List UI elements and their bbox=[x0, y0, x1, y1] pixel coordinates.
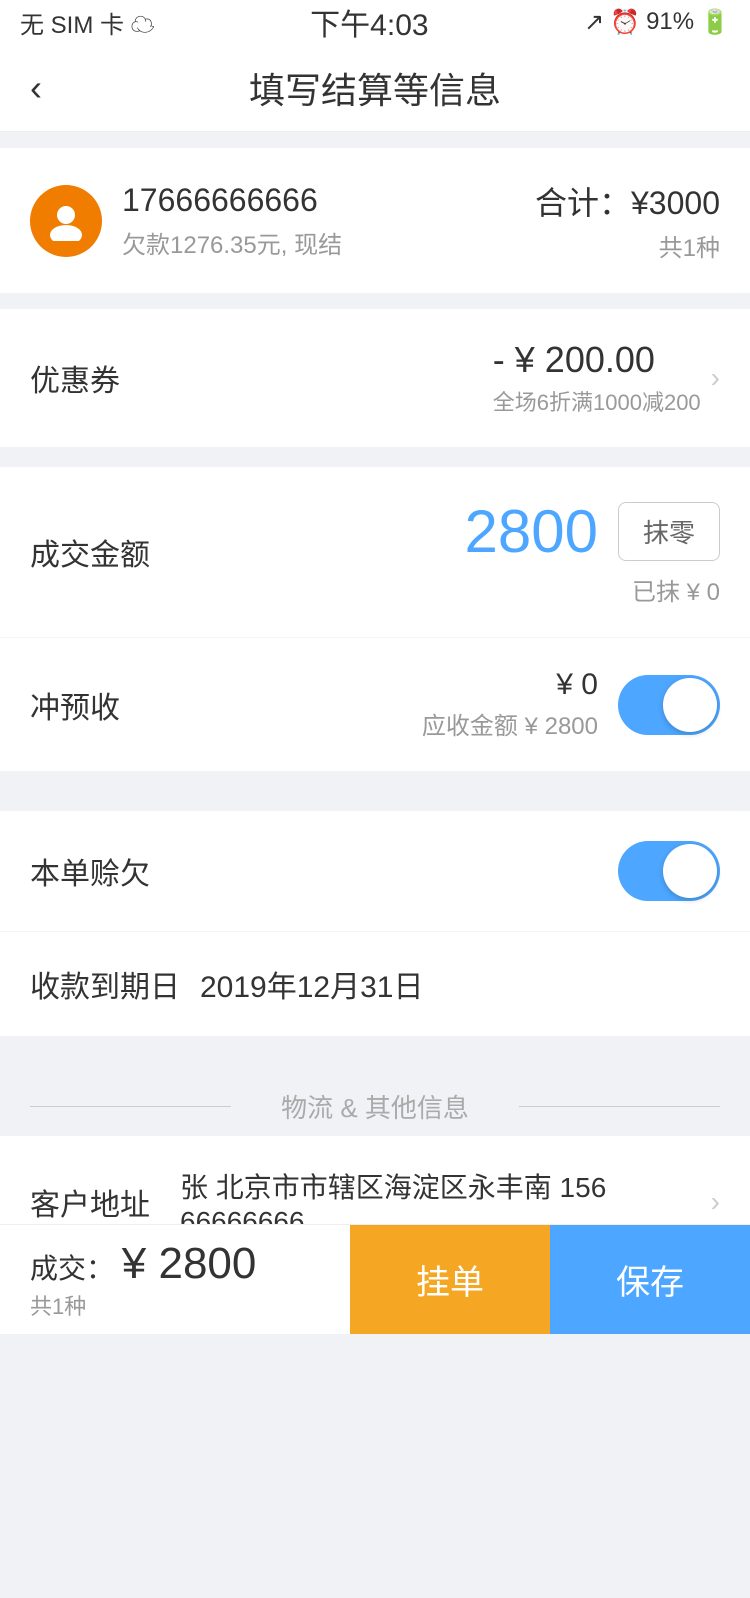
total-amount: 合计：¥3000 bbox=[535, 178, 720, 224]
status-right: ↗ ⏰ 91% 🔋 bbox=[584, 8, 730, 37]
bottom-deal-line: 成交： ¥ 2800 bbox=[30, 1239, 320, 1289]
divider-text: 物流 & 其他信息 bbox=[281, 1088, 469, 1125]
battery-level: 91% bbox=[646, 8, 694, 36]
coupon-info: - ¥ 200.00 全场6折满1000减200 bbox=[493, 339, 701, 417]
debt-toggle-knob bbox=[663, 844, 717, 898]
page-title: 填写结算等信息 bbox=[90, 62, 660, 114]
alarm-icon: ⏰ bbox=[610, 8, 640, 37]
amount-row: 成交金额 2800 抹零 已抹 ¥ 0 bbox=[0, 467, 750, 637]
prepay-right: ¥ 0 应收金额 ¥ 2800 bbox=[422, 668, 720, 741]
deal-amount: ¥ 2800 bbox=[122, 1239, 257, 1288]
coupon-label: 优惠券 bbox=[30, 356, 120, 400]
divider-line-left bbox=[30, 1106, 231, 1107]
customer-info-right: 合计：¥3000 共1种 bbox=[535, 178, 720, 263]
sim-status: 无 SIM 卡 ☁ bbox=[20, 5, 155, 40]
bottom-bar: 成交： ¥ 2800 共1种 挂单 保存 bbox=[0, 1224, 750, 1334]
prepay-label: 冲预收 bbox=[30, 683, 120, 727]
location-icon: ↗ bbox=[584, 8, 604, 37]
bottom-spacer bbox=[0, 1488, 750, 1598]
toggle-knob bbox=[663, 678, 717, 732]
duedate-value: 2019年12月31日 bbox=[200, 962, 423, 1006]
coupon-right: - ¥ 200.00 全场6折满1000减200 › bbox=[493, 339, 720, 417]
coupon-desc: 全场6折满1000减200 bbox=[493, 385, 701, 417]
status-time: 下午4:03 bbox=[310, 0, 428, 44]
bottom-count: 共1种 bbox=[30, 1289, 320, 1321]
divider-section: 物流 & 其他信息 bbox=[0, 1076, 750, 1136]
customer-info-left: 17666666666 欠款1276.35元, 现结 bbox=[30, 182, 342, 260]
debt-label: 本单赊欠 bbox=[30, 849, 150, 893]
section-gap-3 bbox=[0, 1036, 750, 1056]
back-button[interactable]: ‹ bbox=[30, 67, 90, 109]
section-gap-1 bbox=[0, 447, 750, 467]
round-button[interactable]: 抹零 bbox=[618, 502, 720, 561]
amount-value: 2800 bbox=[465, 497, 598, 566]
coupon-row[interactable]: 优惠券 - ¥ 200.00 全场6折满1000减200 › bbox=[0, 309, 750, 447]
avatar bbox=[30, 185, 102, 257]
chevron-right-icon: › bbox=[711, 362, 720, 394]
hang-order-button[interactable]: 挂单 bbox=[350, 1225, 550, 1334]
amount-sub: 已抹 ¥ 0 bbox=[465, 572, 721, 607]
bottom-summary: 成交： ¥ 2800 共1种 bbox=[0, 1239, 350, 1321]
prepay-amount: ¥ 0 bbox=[422, 668, 598, 702]
customer-card: 17666666666 欠款1276.35元, 现结 合计：¥3000 共1种 bbox=[0, 148, 750, 293]
battery-icon: 🔋 bbox=[700, 8, 730, 37]
transaction-section: 成交金额 2800 抹零 已抹 ¥ 0 冲预收 ¥ 0 应收金额 ¥ 2800 bbox=[0, 467, 750, 771]
amount-label: 成交金额 bbox=[30, 530, 150, 574]
address-label: 客户地址 bbox=[30, 1180, 150, 1224]
status-left: 无 SIM 卡 ☁ bbox=[20, 5, 155, 40]
customer-sub: 欠款1276.35元, 现结 bbox=[122, 225, 342, 260]
total-count: 共1种 bbox=[535, 228, 720, 263]
divider-line-right bbox=[519, 1106, 720, 1107]
duedate-row: 收款到期日 2019年12月31日 bbox=[0, 931, 750, 1036]
address-chevron-icon: › bbox=[711, 1186, 720, 1218]
customer-name: 17666666666 bbox=[122, 182, 342, 219]
customer-details: 17666666666 欠款1276.35元, 现结 bbox=[122, 182, 342, 260]
prepay-values: ¥ 0 应收金额 ¥ 2800 bbox=[422, 668, 598, 741]
prepay-sub: 应收金额 ¥ 2800 bbox=[422, 706, 598, 741]
prepay-row: 冲预收 ¥ 0 应收金额 ¥ 2800 bbox=[0, 637, 750, 771]
nav-bar: ‹ 填写结算等信息 bbox=[0, 44, 750, 132]
debt-toggle[interactable] bbox=[618, 841, 720, 901]
section-gap-2 bbox=[0, 771, 750, 791]
save-button[interactable]: 保存 bbox=[550, 1225, 750, 1334]
prepay-toggle[interactable] bbox=[618, 675, 720, 735]
duedate-label: 收款到期日 bbox=[30, 962, 180, 1006]
debt-row: 本单赊欠 bbox=[0, 811, 750, 931]
status-bar: 无 SIM 卡 ☁ 下午4:03 ↗ ⏰ 91% 🔋 bbox=[0, 0, 750, 44]
coupon-amount: - ¥ 200.00 bbox=[493, 339, 701, 381]
amount-right-group: 2800 抹零 已抹 ¥ 0 bbox=[465, 497, 721, 607]
deal-label: 成交： bbox=[30, 1253, 114, 1284]
